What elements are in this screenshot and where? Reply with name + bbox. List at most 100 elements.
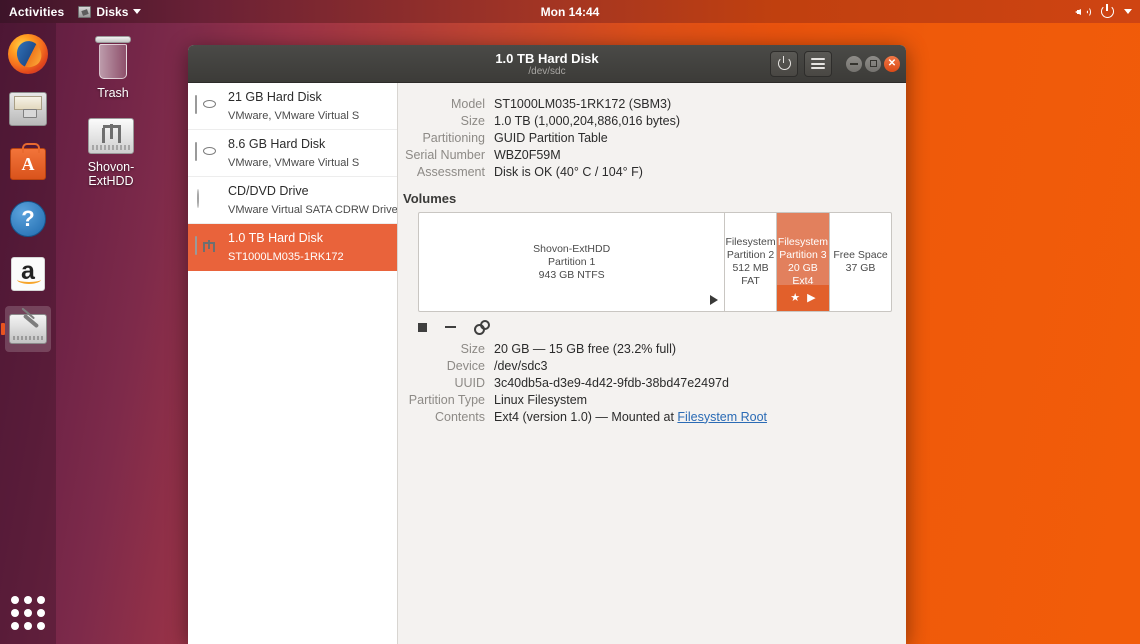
- chevron-down-icon: [133, 9, 142, 14]
- partition-info-table: Size 20 GB — 15 GB free (23.2% full) Dev…: [398, 340, 892, 425]
- info-label: UUID: [454, 375, 485, 390]
- sidebar-item-disk-8gb[interactable]: 8.6 GB Hard Disk VMware, VMware Virtual …: [188, 130, 397, 177]
- delete-partition-button[interactable]: [445, 326, 456, 328]
- window-titlebar[interactable]: 1.0 TB Hard Disk /dev/sdc ✕: [188, 45, 906, 83]
- drive-info-row: Size 1.0 TB (1,000,204,886,016 bytes): [398, 112, 892, 129]
- drive-menu-button[interactable]: [804, 50, 832, 77]
- play-arrow-icon: ▶: [807, 291, 816, 304]
- disks-icon: [78, 5, 92, 18]
- info-label: Size: [460, 341, 485, 356]
- dock-item-disks[interactable]: [5, 306, 51, 352]
- hard-disk-icon: [195, 142, 221, 163]
- disk-subtitle: VMware, VMware Virtual S: [228, 157, 360, 169]
- disk-subtitle: ST1000LM035-1RK172: [228, 251, 344, 263]
- window-body: 21 GB Hard Disk VMware, VMware Virtual S…: [188, 83, 906, 644]
- hamburger-icon: [811, 58, 825, 69]
- partition-size: 512 MB FAT: [732, 262, 769, 287]
- sidebar-item-disk-21gb[interactable]: 21 GB Hard Disk VMware, VMware Virtual S: [188, 83, 397, 130]
- disk-subtitle: VMware Virtual SATA CDRW Drive: [228, 204, 398, 216]
- unmount-button[interactable]: [418, 322, 427, 332]
- cd-drive-icon: [195, 189, 221, 210]
- gears-icon: [474, 320, 490, 335]
- sidebar-item-disk-1tb[interactable]: 1.0 TB Hard Disk ST1000LM035-1RK172: [188, 224, 397, 271]
- top-panel: Activities Disks Mon 14:44: [0, 0, 1140, 23]
- dock-item-firefox[interactable]: [5, 31, 51, 77]
- amazon-icon: [11, 257, 45, 291]
- volume-partition-1[interactable]: Shovon-ExtHDD Partition 1 943 GB NTFS: [419, 213, 726, 311]
- dock-item-software[interactable]: [5, 141, 51, 187]
- show-applications-button[interactable]: [11, 596, 45, 630]
- app-menu-disks[interactable]: Disks: [78, 4, 142, 19]
- free-space-size: 37 GB: [845, 262, 876, 274]
- desktop-icon-trash[interactable]: Trash: [70, 36, 156, 100]
- volume-partition-3[interactable]: Filesystem Partition 3 20 GB Ext4 ★ ▶: [776, 213, 831, 311]
- software-icon: [10, 143, 46, 180]
- partition-name: Shovon-ExtHDD: [533, 242, 611, 255]
- app-menu-label: Disks: [96, 4, 129, 19]
- partition-number: Partition 1: [548, 255, 596, 268]
- more-actions-button[interactable]: [474, 320, 490, 335]
- drive-power-button[interactable]: [770, 50, 798, 77]
- drive-info-row: Serial Number WBZ0F59M: [398, 146, 892, 163]
- partition-contents-row: Contents Ext4 (version 1.0) — Mounted at…: [398, 408, 892, 425]
- info-value: 20 GB — 15 GB free (23.2% full): [494, 341, 677, 356]
- info-value: Ext4 (version 1.0) — Mounted at Filesyst…: [494, 408, 892, 425]
- trash-icon: [93, 36, 133, 80]
- external-drive-icon: [88, 118, 134, 154]
- partition-toolbar: [418, 320, 892, 335]
- info-value: Disk is OK (40° C / 104° F): [494, 164, 643, 179]
- dock-item-help[interactable]: ?: [5, 196, 51, 242]
- contents-text: Ext4 (version 1.0) — Mounted at: [494, 409, 678, 424]
- volume-partition-2[interactable]: Filesystem Partition 2 512 MB FAT: [725, 213, 777, 311]
- drive-info-table: Model ST1000LM035-1RK172 (SBM3) Size 1.0…: [398, 95, 892, 180]
- info-label: Assessment: [416, 164, 485, 179]
- power-icon[interactable]: [1101, 4, 1114, 18]
- info-label: Serial Number: [405, 147, 485, 162]
- help-icon: ?: [10, 201, 46, 237]
- drive-info-row: Model ST1000LM035-1RK172 (SBM3): [398, 95, 892, 112]
- drive-info-row: Partitioning GUID Partition Table: [398, 129, 892, 146]
- info-label: Device: [446, 358, 485, 373]
- partition-name: Filesystem: [777, 236, 829, 248]
- info-label: Partition Type: [408, 392, 485, 407]
- maximize-button[interactable]: [865, 55, 881, 72]
- partition-size: 20 GB Ext4: [788, 262, 818, 287]
- sidebar-item-cd-dvd-drive[interactable]: CD/DVD Drive VMware Virtual SATA CDRW Dr…: [188, 177, 397, 224]
- close-button[interactable]: ✕: [884, 55, 900, 72]
- drive-info-row: Assessment Disk is OK (40° C / 104° F): [398, 163, 892, 180]
- info-value: GUID Partition Table: [494, 130, 608, 145]
- volume-icon[interactable]: [1075, 5, 1091, 19]
- activities-button[interactable]: Activities: [9, 5, 64, 19]
- files-icon: [9, 92, 47, 126]
- partition-number: Partition 3: [779, 249, 827, 261]
- disk-title: CD/DVD Drive: [228, 184, 309, 198]
- disks-window: 1.0 TB Hard Disk /dev/sdc ✕ 21 GB Hard D: [188, 45, 906, 644]
- free-space-label: Free Space: [833, 249, 888, 261]
- volume-free-space[interactable]: Free Space 37 GB: [830, 213, 891, 311]
- dock-item-files[interactable]: [5, 86, 51, 132]
- usb-disk-icon: [195, 236, 221, 257]
- dock-item-amazon[interactable]: [5, 251, 51, 297]
- chevron-down-icon[interactable]: [1124, 9, 1132, 14]
- info-value: Linux Filesystem: [494, 392, 588, 407]
- info-value: /dev/sdc3: [494, 358, 548, 373]
- info-value: 3c40db5a-d3e9-4d42-9fdb-38bd47e2497d: [494, 375, 729, 390]
- panel-left-section: Activities Disks: [0, 4, 142, 19]
- left-dock: ?: [0, 23, 56, 644]
- info-label: Contents: [434, 409, 485, 424]
- firefox-icon: [8, 34, 48, 74]
- minimize-button[interactable]: [846, 55, 862, 72]
- minus-icon: [445, 326, 456, 328]
- desktop-icon-shovon-exthdd[interactable]: Shovon-ExtHDD: [68, 118, 154, 188]
- clock-area: Mon 14:44: [0, 5, 1140, 19]
- partition-info-row: Partition Type Linux Filesystem: [398, 391, 892, 408]
- disk-title: 1.0 TB Hard Disk: [228, 231, 323, 245]
- filesystem-root-link[interactable]: Filesystem Root: [677, 410, 767, 424]
- power-icon: [777, 55, 791, 70]
- partition-name: Filesystem: [725, 236, 776, 248]
- disk-list-sidebar: 21 GB Hard Disk VMware, VMware Virtual S…: [188, 83, 398, 644]
- clock-label[interactable]: Mon 14:44: [541, 5, 600, 19]
- partition-number: Partition 2: [726, 249, 775, 261]
- disk-title: 21 GB Hard Disk: [228, 90, 322, 104]
- info-label: Size: [460, 113, 485, 128]
